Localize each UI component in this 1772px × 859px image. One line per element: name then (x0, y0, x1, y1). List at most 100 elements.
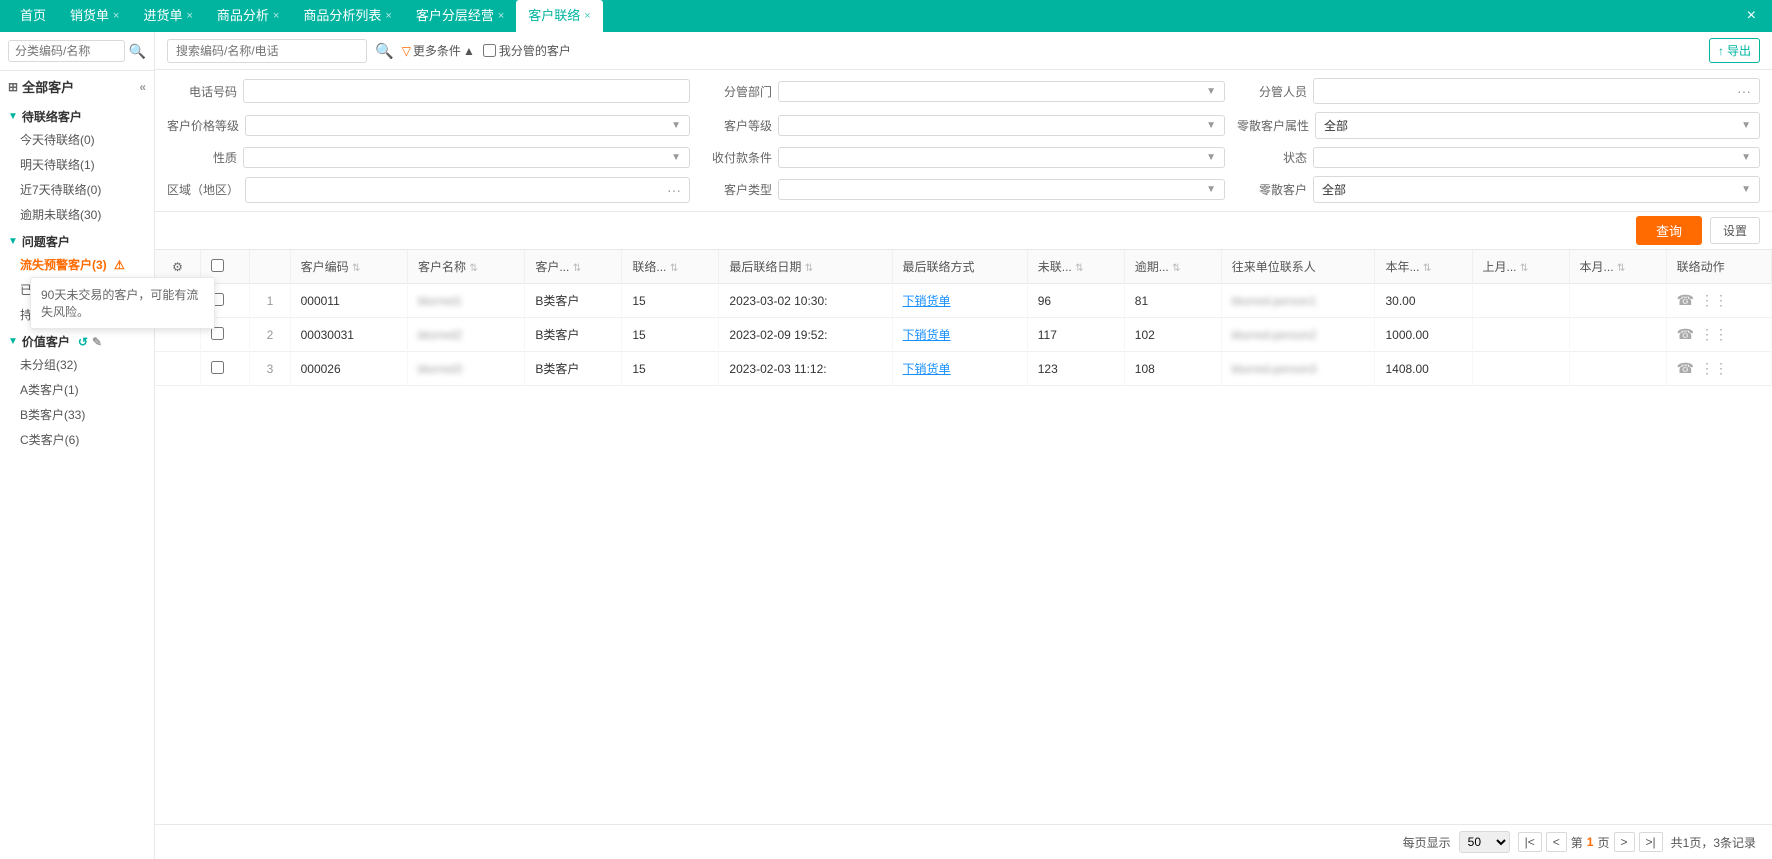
tab-sales[interactable]: 销货单 × (58, 0, 131, 32)
phone-input[interactable] (243, 79, 690, 103)
settings-button[interactable]: 设置 (1710, 217, 1760, 244)
search-input[interactable] (167, 39, 367, 63)
table-footer: 每页显示 50 100 200 |< < 第 1 页 > >| 共1页，3条记录 (155, 824, 1772, 859)
retail-attr-select[interactable]: 全部 ▼ (1315, 112, 1760, 139)
row-contact-person: blurred-person1 (1221, 284, 1375, 318)
more-action-icon[interactable]: ⋮⋮ (1700, 360, 1728, 377)
nature-select[interactable]: ▼ (243, 147, 690, 168)
cust-type-label: 客户类型 (702, 181, 772, 198)
page-unit: 页 (1597, 834, 1609, 851)
close-customer-segment-tab[interactable]: × (498, 0, 504, 32)
more-conditions-toggle[interactable]: ▽ 更多条件 ▲ (402, 42, 475, 59)
price-level-label: 客户价格等级 (167, 117, 239, 134)
sidebar-item-overdue[interactable]: 逾期未联络(30) (0, 202, 154, 227)
tab-product-analysis[interactable]: 商品分析 × (205, 0, 291, 32)
close-purchase-tab[interactable]: × (186, 0, 192, 32)
retail-cust-select[interactable]: 全部 ▼ (1313, 176, 1760, 203)
sidebar-search-icon[interactable]: 🔍 (129, 43, 146, 60)
col-contact[interactable]: 联络... ⇅ (622, 250, 719, 284)
row-actions: ☎ ⋮⋮ (1666, 318, 1771, 352)
more-icon[interactable]: ··· (1737, 83, 1751, 99)
row-last-contact-way[interactable]: 下销货单 (892, 318, 1027, 352)
status-select[interactable]: ▼ (1313, 147, 1760, 168)
col-last-contact-date[interactable]: 最后联络日期 ⇅ (719, 250, 892, 284)
sidebar-item-week[interactable]: 近7天待联络(0) (0, 177, 154, 202)
row-last-contact-date: 2023-03-02 10:30: (719, 284, 892, 318)
more-action-icon[interactable]: ⋮⋮ (1700, 326, 1728, 343)
collapse-icon[interactable]: « (139, 80, 146, 94)
row-this-year: 1408.00 (1375, 352, 1472, 386)
sidebar-item-ungroup[interactable]: 未分组(32) (0, 352, 154, 377)
col-last-month[interactable]: 上月... ⇅ (1472, 250, 1569, 284)
row-type: B类客户 (525, 318, 622, 352)
region-label: 区域（地区） (167, 181, 239, 198)
data-table: ⚙ 客户编码 ⇅ 客户名称 ⇅ 客户... ⇅ 联络... ⇅ 最后联络日期 ⇅… (155, 250, 1772, 386)
edit-icon[interactable]: ✎ (92, 335, 102, 349)
tab-product-analysis-list[interactable]: 商品分析列表 × (291, 0, 403, 32)
sidebar-item-a-customers[interactable]: A类客户(1) (0, 377, 154, 402)
export-button[interactable]: ↑ 导出 (1709, 38, 1760, 63)
row-last-contact-way[interactable]: 下销货单 (892, 352, 1027, 386)
contact-action-icon[interactable]: ☎ (1677, 360, 1694, 377)
close-sales-tab[interactable]: × (113, 0, 119, 32)
close-product-list-tab[interactable]: × (385, 0, 391, 32)
tab-customer-segment[interactable]: 客户分层经营 × (404, 0, 516, 32)
tab-purchase[interactable]: 进货单 × (131, 0, 204, 32)
sidebar-item-b-customers[interactable]: B类客户(33) (0, 402, 154, 427)
col-type[interactable]: 客户... ⇅ (525, 250, 622, 284)
tab-home[interactable]: 首页 (8, 0, 58, 32)
my-customers-checkbox-label[interactable]: 我分管的客户 (483, 42, 571, 59)
prev-page-button[interactable]: < (1546, 832, 1567, 852)
contact-action-icon[interactable]: ☎ (1677, 326, 1694, 343)
last-page-button[interactable]: >| (1639, 832, 1663, 852)
row-index: 3 (250, 352, 290, 386)
row-checkbox-cell[interactable] (200, 352, 249, 386)
region-select[interactable]: ··· (245, 177, 690, 203)
close-window-button[interactable]: × (1739, 7, 1764, 25)
sidebar-item-tomorrow[interactable]: 明天待联络(1) (0, 152, 154, 177)
refresh-icon[interactable]: ↺ (78, 335, 88, 349)
sidebar-item-today[interactable]: 今天待联络(0) (0, 127, 154, 152)
col-name[interactable]: 客户名称 ⇅ (407, 250, 524, 284)
manager-select[interactable]: ··· (1313, 78, 1760, 104)
price-level-select[interactable]: ▼ (245, 115, 690, 136)
more-action-icon[interactable]: ⋮⋮ (1700, 292, 1728, 309)
my-customers-checkbox[interactable] (483, 44, 496, 57)
cust-type-select[interactable]: ▼ (778, 179, 1225, 200)
row-last-contact-way[interactable]: 下销货单 (892, 284, 1027, 318)
col-not-contacted[interactable]: 未联... ⇅ (1027, 250, 1124, 284)
sort-icon-not: ⇅ (1075, 263, 1083, 274)
pending-contact-section: ▼ 待联络客户 (0, 102, 154, 127)
select-all-checkbox[interactable] (211, 259, 224, 272)
sort-icon-tmonth: ⇅ (1617, 263, 1625, 274)
sidebar-item-churn-warning[interactable]: 流失预警客户(3) ⚠ (0, 252, 154, 277)
contact-action-icon[interactable]: ☎ (1677, 292, 1694, 309)
sort-icon-contact: ⇅ (670, 263, 678, 274)
cust-level-select[interactable]: ▼ (778, 115, 1225, 136)
query-button[interactable]: 查询 (1636, 216, 1702, 245)
next-page-button[interactable]: > (1614, 832, 1635, 852)
col-this-month[interactable]: 本月... ⇅ (1569, 250, 1666, 284)
filter-row-3: 性质 ▼ 收付款条件 ▼ 状态 (167, 147, 1760, 168)
row-checkbox[interactable] (211, 361, 224, 374)
col-overdue[interactable]: 逾期... ⇅ (1124, 250, 1221, 284)
col-last-contact-way[interactable]: 最后联络方式 (892, 250, 1027, 284)
more-icon2[interactable]: ··· (667, 182, 681, 198)
triangle-down-icon: ▼ (8, 111, 18, 122)
tab-customer-contact[interactable]: 客户联络 × (516, 0, 602, 32)
search-button[interactable]: 🔍 (375, 42, 394, 60)
action-bar: 查询 设置 (155, 212, 1772, 250)
col-code[interactable]: 客户编码 ⇅ (290, 250, 407, 284)
col-contact-person[interactable]: 往来单位联系人 (1221, 250, 1375, 284)
dept-select[interactable]: ▼ (778, 81, 1225, 102)
col-this-year[interactable]: 本年... ⇅ (1375, 250, 1472, 284)
payment-select[interactable]: ▼ (778, 147, 1225, 168)
close-customer-contact-tab[interactable]: × (584, 0, 590, 32)
first-page-button[interactable]: |< (1518, 832, 1542, 852)
cust-level-label: 客户等级 (702, 117, 772, 134)
sidebar-item-c-customers[interactable]: C类客户(6) (0, 427, 154, 452)
sidebar-search-input[interactable] (8, 40, 125, 62)
all-customers-header[interactable]: ⊞ 全部客户 « (0, 71, 154, 102)
close-product-analysis-tab[interactable]: × (273, 0, 279, 32)
per-page-select[interactable]: 50 100 200 (1459, 831, 1510, 853)
